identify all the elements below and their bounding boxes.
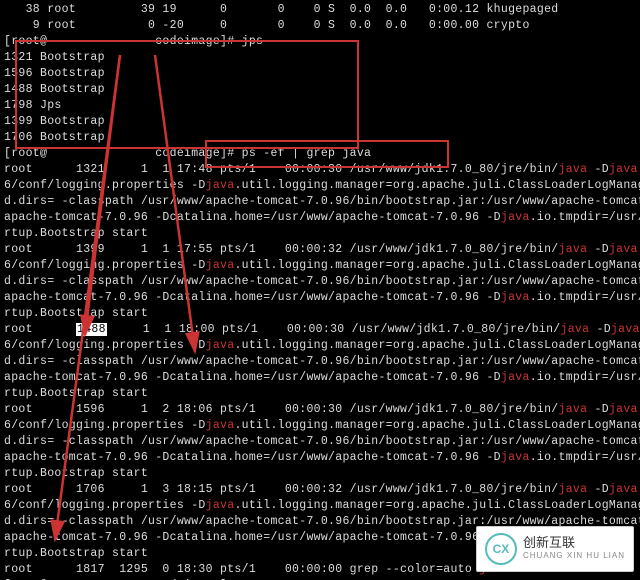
- terminal-line: 1706 Bootstrap: [4, 130, 636, 146]
- terminal-line: 6/conf/logging.properties -Djava.util.lo…: [4, 498, 636, 514]
- terminal-line: 1399 Bootstrap: [4, 114, 636, 130]
- terminal-line: 1798 Jps: [4, 98, 636, 114]
- terminal-line: 6/conf/logging.properties -Djava.util.lo…: [4, 178, 636, 194]
- terminal-line: [root@ codeimage]# ps -ef | grep java: [4, 146, 636, 162]
- terminal-line: 1596 Bootstrap: [4, 66, 636, 82]
- terminal-line: 6/conf/logging.properties -Djava.util.lo…: [4, 258, 636, 274]
- terminal-line: d.dirs= -classpath /usr/www/apache-tomca…: [4, 434, 636, 450]
- terminal-line: d.dirs= -classpath /usr/www/apache-tomca…: [4, 194, 636, 210]
- terminal-line: 1488 Bootstrap: [4, 82, 636, 98]
- terminal-line: root 1399 1 1 17:55 pts/1 00:00:32 /usr/…: [4, 242, 636, 258]
- terminal-line: rtup.Bootstrap start: [4, 466, 636, 482]
- terminal[interactable]: 38 root 39 19 0 0 0 S 0.0 0.0 0:00.12 kh…: [0, 0, 640, 580]
- watermark-logo-icon: CX: [485, 533, 517, 565]
- terminal-line: 6/conf/logging.properties -Djava.util.lo…: [4, 338, 636, 354]
- watermark-text-cn: 创新互联: [523, 536, 625, 549]
- terminal-line: [root@ codeimage]# jps: [4, 34, 636, 50]
- terminal-line: d.dirs= -classpath /usr/www/apache-tomca…: [4, 354, 636, 370]
- watermark-text-py: CHUANG XIN HU LIAN: [523, 549, 625, 562]
- terminal-line: apache-tomcat-7.0.96 -Dcatalina.home=/us…: [4, 210, 636, 226]
- terminal-line: root 1706 1 3 18:15 pts/1 00:00:32 /usr/…: [4, 482, 636, 498]
- terminal-line: rtup.Bootstrap start: [4, 306, 636, 322]
- terminal-line: apache-tomcat-7.0.96 -Dcatalina.home=/us…: [4, 290, 636, 306]
- terminal-line: 6/conf/logging.properties -Djava.util.lo…: [4, 418, 636, 434]
- terminal-line: root 1488 1 1 18:00 pts/1 00:00:30 /usr/…: [4, 322, 636, 338]
- terminal-line: 38 root 39 19 0 0 0 S 0.0 0.0 0:00.12 kh…: [4, 2, 636, 18]
- terminal-line: rtup.Bootstrap start: [4, 386, 636, 402]
- terminal-line: apache-tomcat-7.0.96 -Dcatalina.home=/us…: [4, 370, 636, 386]
- terminal-line: d.dirs= -classpath /usr/www/apache-tomca…: [4, 274, 636, 290]
- terminal-line: root 1596 1 2 18:06 pts/1 00:00:30 /usr/…: [4, 402, 636, 418]
- watermark: CX 创新互联 CHUANG XIN HU LIAN: [476, 526, 634, 572]
- terminal-line: root 1321 1 1 17:48 pts/1 00:00:30 /usr/…: [4, 162, 636, 178]
- terminal-line: apache-tomcat-7.0.96 -Dcatalina.home=/us…: [4, 450, 636, 466]
- terminal-line: rtup.Bootstrap start: [4, 226, 636, 242]
- terminal-line: 1321 Bootstrap: [4, 50, 636, 66]
- terminal-line: 9 root 0 -20 0 0 0 S 0.0 0.0 0:00.00 cry…: [4, 18, 636, 34]
